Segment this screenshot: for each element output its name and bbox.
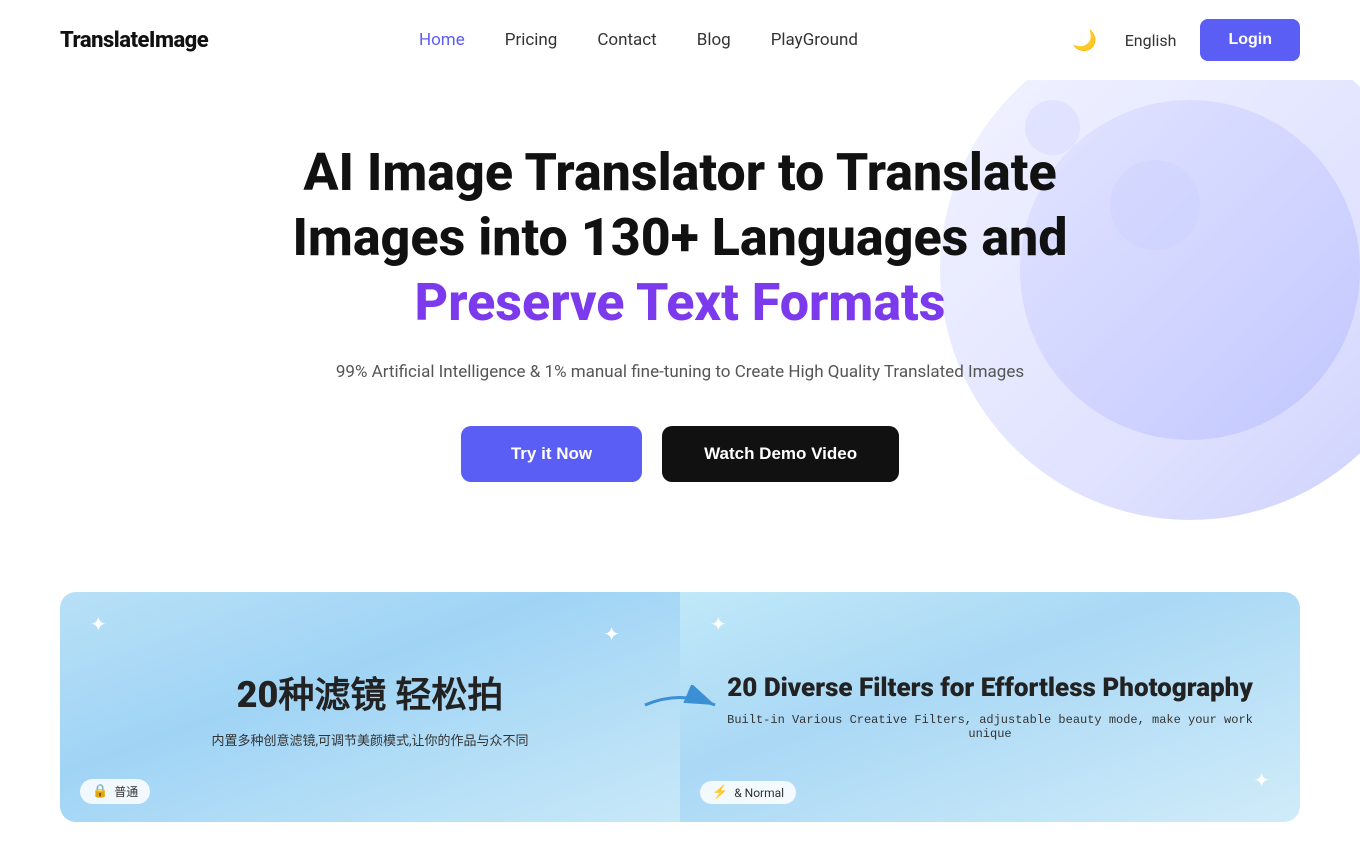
demo-badge-left-text: 普通 bbox=[114, 783, 138, 800]
demo-title-english: 20 Diverse Filters for Effortless Photog… bbox=[727, 673, 1253, 703]
hero-heading: AI Image Translator to Translate Images … bbox=[200, 140, 1160, 335]
sparkle-icon-1: ✦ bbox=[90, 612, 107, 636]
lock-icon: 🔒 bbox=[92, 784, 108, 799]
login-button[interactable]: Login bbox=[1200, 19, 1300, 61]
nav-right: 🌙 English Login bbox=[1069, 19, 1300, 61]
translation-arrow-icon bbox=[640, 685, 720, 725]
demo-badge-right: ⚡ & Normal bbox=[700, 781, 796, 804]
nav-link-home[interactable]: Home bbox=[419, 30, 465, 50]
hero-title-line3: Preserve Text Formats bbox=[415, 272, 946, 333]
nav-item-home[interactable]: Home bbox=[419, 30, 465, 50]
nav-item-blog[interactable]: Blog bbox=[697, 30, 731, 50]
try-now-button[interactable]: Try it Now bbox=[461, 426, 642, 482]
demo-panel-right: ✦ ✦ 20 Diverse Filters for Effortless Ph… bbox=[680, 592, 1300, 822]
hero-subtitle: 99% Artificial Intelligence & 1% manual … bbox=[200, 359, 1160, 386]
logo: TranslateImage bbox=[60, 28, 208, 53]
demo-subtitle-chinese: 内置多种创意滤镜,可调节美颜模式,让你的作品与众不同 bbox=[211, 730, 528, 749]
nav-link-playground[interactable]: PlayGround bbox=[771, 30, 858, 50]
normal-icon: ⚡ bbox=[712, 785, 728, 800]
nav-item-playground[interactable]: PlayGround bbox=[771, 30, 858, 50]
hero-content: AI Image Translator to Translate Images … bbox=[200, 140, 1160, 482]
nav-item-contact[interactable]: Contact bbox=[597, 30, 656, 50]
hero-title-line1: AI Image Translator to Translate bbox=[303, 142, 1056, 203]
nav-link-pricing[interactable]: Pricing bbox=[505, 30, 558, 50]
sparkle-icon-2: ✦ bbox=[603, 622, 620, 646]
language-selector[interactable]: English bbox=[1117, 31, 1185, 50]
nav-link-blog[interactable]: Blog bbox=[697, 30, 731, 50]
nav-item-pricing[interactable]: Pricing bbox=[505, 30, 558, 50]
demo-arrow-container bbox=[640, 685, 720, 729]
nav-link-contact[interactable]: Contact bbox=[597, 30, 656, 50]
navbar: TranslateImage Home Pricing Contact Blog… bbox=[0, 0, 1360, 80]
demo-badge-right-text: & Normal bbox=[734, 786, 784, 800]
demo-badge-left: 🔒 普通 bbox=[80, 779, 150, 804]
demo-title-chinese: 20种滤镜 轻松拍 bbox=[237, 666, 504, 718]
demo-panel-left: ✦ ✦ 20种滤镜 轻松拍 内置多种创意滤镜,可调节美颜模式,让你的作品与众不同… bbox=[60, 592, 680, 822]
hero-title-line2: Images into 130+ Languages and bbox=[292, 207, 1067, 268]
demo-subtitle-english: Built-in Various Creative Filters, adjus… bbox=[712, 713, 1268, 741]
demo-section: ✦ ✦ 20种滤镜 轻松拍 内置多种创意滤镜,可调节美颜模式,让你的作品与众不同… bbox=[0, 592, 1360, 822]
hero-buttons: Try it Now Watch Demo Video bbox=[200, 426, 1160, 482]
demo-panel-left-content: ✦ ✦ 20种滤镜 轻松拍 内置多种创意滤镜,可调节美颜模式,让你的作品与众不同 bbox=[60, 592, 680, 822]
hero-section: AI Image Translator to Translate Images … bbox=[0, 80, 1360, 542]
nav-links: Home Pricing Contact Blog PlayGround bbox=[419, 30, 858, 50]
sparkle-icon-3: ✦ bbox=[710, 612, 727, 636]
dark-mode-icon[interactable]: 🌙 bbox=[1069, 24, 1101, 56]
sparkle-icon-4: ✦ bbox=[1253, 768, 1270, 792]
watch-demo-button[interactable]: Watch Demo Video bbox=[662, 426, 899, 482]
